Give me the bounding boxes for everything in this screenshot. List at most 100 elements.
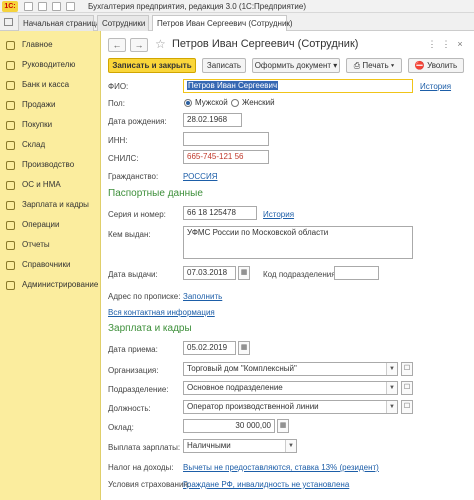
citizenship-label: Гражданство: bbox=[108, 172, 159, 181]
sidebar-item-operations[interactable]: Операции bbox=[0, 217, 101, 233]
position-select[interactable]: Оператор производственной линии ▼ bbox=[183, 400, 398, 414]
issued-by-label: Кем выдан: bbox=[108, 230, 151, 239]
back-icon[interactable] bbox=[52, 2, 61, 11]
chevron-down-icon: ▼ bbox=[285, 440, 296, 452]
forward-button[interactable]: → bbox=[130, 38, 148, 52]
issued-by-textarea[interactable]: УФМС России по Московской области bbox=[183, 226, 413, 259]
hire-date-input[interactable]: 05.02.2019 bbox=[183, 341, 236, 355]
income-tax-link[interactable]: Вычеты не предоставляются, ставка 13% (р… bbox=[183, 463, 379, 472]
passport-history-link[interactable]: История bbox=[263, 210, 294, 219]
tab-home[interactable]: Начальная страница bbox=[18, 15, 100, 31]
gender-male-radio[interactable] bbox=[184, 99, 192, 107]
tab-employee-card[interactable]: Петров Иван Сергеевич (Сотрудник) bbox=[152, 15, 293, 31]
sidebar-item-salary[interactable]: Зарплата и кадры bbox=[0, 197, 101, 213]
birth-date-label: Дата рождения: bbox=[108, 117, 167, 126]
chevron-down-icon: ▼ bbox=[386, 382, 397, 394]
arrow-left-icon: ← bbox=[112, 40, 122, 50]
factory-icon bbox=[6, 161, 15, 170]
close-icon[interactable]: × bbox=[455, 39, 465, 49]
sidebar-item-production[interactable]: Производство bbox=[0, 157, 101, 173]
fire-button[interactable]: ⛔ Уволить bbox=[408, 58, 464, 73]
link-icon[interactable]: ⋮ bbox=[427, 39, 437, 49]
home-icon[interactable] bbox=[38, 2, 47, 11]
open-department-icon[interactable]: ☐ bbox=[401, 381, 413, 395]
sidebar-item-main[interactable]: Главное bbox=[0, 37, 101, 53]
sidebar-item-admin[interactable]: Администрирование bbox=[0, 277, 101, 293]
sidebar-item-references[interactable]: Справочники bbox=[0, 257, 101, 273]
arrow-right-icon: → bbox=[134, 40, 144, 50]
sidebar-item-warehouse[interactable]: Склад bbox=[0, 137, 101, 153]
window-title: Бухгалтерия предприятия, редакция 3.0 (1… bbox=[88, 2, 307, 11]
save-button[interactable]: Записать bbox=[202, 58, 246, 73]
gear-icon bbox=[6, 281, 15, 290]
sidebar-item-manager[interactable]: Руководителю bbox=[0, 57, 101, 73]
calendar-icon[interactable]: ▦ bbox=[238, 266, 250, 280]
chart-icon bbox=[6, 61, 15, 70]
sidebar-item-assets[interactable]: ОС и НМА bbox=[0, 177, 101, 193]
address-label: Адрес по прописке: bbox=[108, 292, 181, 301]
menu-icon[interactable] bbox=[24, 2, 33, 11]
position-label: Должность: bbox=[108, 404, 151, 413]
fio-history-link[interactable]: История bbox=[420, 82, 451, 91]
basket-icon bbox=[6, 121, 15, 130]
forward-icon[interactable] bbox=[66, 2, 75, 11]
department-label: Подразделение: bbox=[108, 385, 169, 394]
insurance-label: Условия страхования: bbox=[108, 480, 190, 489]
warehouse-icon bbox=[6, 141, 15, 150]
dropdown-icon: ▾ bbox=[333, 61, 338, 70]
gender-male-label: Мужской bbox=[195, 98, 228, 107]
income-tax-label: Налог на доходы: bbox=[108, 463, 174, 472]
open-position-icon[interactable]: ☐ bbox=[401, 400, 413, 414]
cart-icon bbox=[6, 101, 15, 110]
inn-label: ИНН: bbox=[108, 136, 128, 145]
sidebar-item-purchases[interactable]: Покупки bbox=[0, 117, 101, 133]
favorite-star-icon[interactable]: ☆ bbox=[155, 37, 166, 51]
issue-date-label: Дата выдачи: bbox=[108, 270, 158, 279]
no-entry-icon: ⛔ bbox=[414, 61, 425, 70]
dropdown-icon: ▾ bbox=[390, 61, 395, 70]
insurance-link[interactable]: Граждане РФ, инвалидность не установлена bbox=[183, 480, 349, 489]
sidebar-item-reports[interactable]: Отчеты bbox=[0, 237, 101, 253]
snils-input[interactable]: 665-745-121 56 bbox=[183, 150, 269, 164]
organization-select[interactable]: Торговый дом "Комплексный" ▼ bbox=[183, 362, 398, 376]
calculator-icon[interactable]: ▦ bbox=[277, 419, 289, 433]
form-document-button[interactable]: Оформить документ ▾ bbox=[252, 58, 340, 73]
tab-employees[interactable]: Сотрудники bbox=[97, 15, 149, 31]
print-button[interactable]: ⎙ Печать ▾ bbox=[346, 58, 402, 73]
chevron-down-icon: ▼ bbox=[386, 401, 397, 413]
dept-code-input[interactable] bbox=[334, 266, 379, 280]
snils-label: СНИЛС: bbox=[108, 154, 139, 163]
citizenship-link[interactable]: РОССИЯ bbox=[183, 172, 217, 181]
title-bar: 1С: Бухгалтерия предприятия, редакция 3.… bbox=[0, 0, 474, 13]
app-logo: 1С: bbox=[2, 1, 18, 12]
birth-date-input[interactable]: 28.02.1968 bbox=[183, 113, 242, 127]
sidebar-item-sales[interactable]: Продажи bbox=[0, 97, 101, 113]
reports-icon bbox=[6, 241, 15, 250]
pay-method-select[interactable]: Наличными ▼ bbox=[183, 439, 297, 453]
books-icon bbox=[6, 261, 15, 270]
all-contacts-link[interactable]: Вся контактная информация bbox=[108, 308, 215, 317]
back-button[interactable]: ← bbox=[108, 38, 126, 52]
issue-date-input[interactable]: 07.03.2018 bbox=[183, 266, 236, 280]
passport-series-input[interactable]: 66 18 125478 bbox=[183, 206, 257, 220]
sidebar-item-bank[interactable]: Банк и касса bbox=[0, 77, 101, 93]
page-title: Петров Иван Сергеевич (Сотрудник) bbox=[172, 38, 359, 50]
gender-label: Пол: bbox=[108, 99, 125, 108]
gender-female-radio[interactable] bbox=[231, 99, 239, 107]
dept-code-label: Код подразделения: bbox=[263, 270, 338, 279]
department-select[interactable]: Основное подразделение ▼ bbox=[183, 381, 398, 395]
salary-label: Оклад: bbox=[108, 423, 134, 432]
inn-input[interactable] bbox=[183, 132, 269, 146]
fio-input[interactable]: Петров Иван Сергеевич bbox=[183, 79, 413, 93]
salary-input[interactable]: 30 000,00 bbox=[183, 419, 275, 433]
address-fill-link[interactable]: Заполнить bbox=[183, 292, 222, 301]
gender-female-label: Женский bbox=[242, 98, 275, 107]
chevron-down-icon: ▼ bbox=[386, 363, 397, 375]
sidebar: Главное Руководителю Банк и касса Продаж… bbox=[0, 31, 101, 500]
open-organization-icon[interactable]: ☐ bbox=[401, 362, 413, 376]
calendar-icon[interactable]: ▦ bbox=[238, 341, 250, 355]
hire-date-label: Дата приема: bbox=[108, 345, 158, 354]
more-icon[interactable]: ⋮ bbox=[441, 39, 451, 49]
save-close-button[interactable]: Записать и закрыть bbox=[108, 58, 196, 73]
grid-icon[interactable] bbox=[4, 18, 13, 26]
